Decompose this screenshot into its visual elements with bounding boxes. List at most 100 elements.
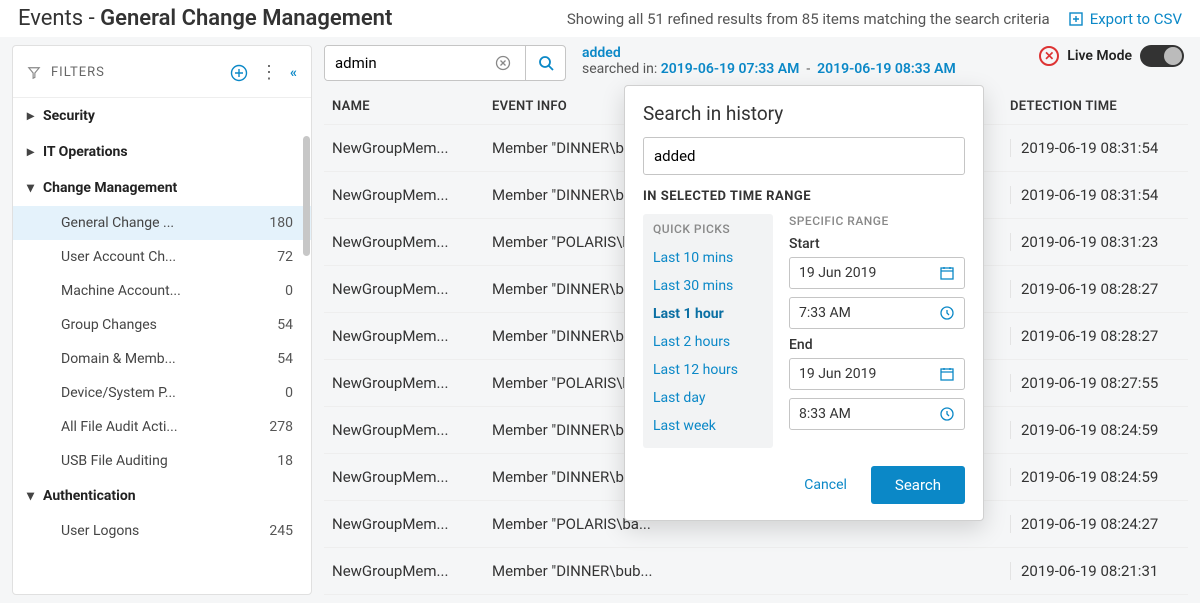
results-text: Showing all 51 refined results from 85 i… xyxy=(567,10,1050,28)
funnel-icon xyxy=(27,66,41,80)
collapse-icon[interactable]: « xyxy=(290,65,297,81)
history-popover: Search in history IN SELECTED TIME RANGE… xyxy=(624,85,984,521)
tree-sub-count: 72 xyxy=(277,249,293,265)
tree-sub-count: 0 xyxy=(285,283,293,299)
calendar-icon xyxy=(939,366,955,382)
end-date: 19 Jun 2019 xyxy=(799,366,876,382)
end-date-field[interactable]: 19 Jun 2019 xyxy=(789,358,965,390)
specific-range: SPECIFIC RANGE Start 19 Jun 2019 7:33 AM… xyxy=(789,214,965,448)
tree-sub-item[interactable]: Device/System P...0 xyxy=(13,376,311,410)
quick-picks: QUICK PICKS Last 10 minsLast 30 minsLast… xyxy=(643,214,773,448)
searched-in-prefix: searched in: xyxy=(582,61,657,77)
tree-sub-count: 180 xyxy=(269,215,293,231)
range-sep: - xyxy=(806,61,810,77)
clock-icon xyxy=(939,305,955,321)
tree-sub-item[interactable]: General Change ... 180 xyxy=(13,206,311,240)
tree-group[interactable]: ▾Change Management xyxy=(13,170,311,206)
calendar-icon xyxy=(939,265,955,281)
history-input[interactable] xyxy=(643,137,965,175)
tree-sub-label: All File Audit Acti... xyxy=(61,419,178,435)
live-mode-label: Live Mode xyxy=(1067,48,1132,64)
search-context: added searched in: 2019-06-19 07:33 AM -… xyxy=(582,45,956,77)
tree-sub-item[interactable]: User Account Ch... 72 xyxy=(13,240,311,274)
cell-name: NewGroupMem... xyxy=(332,186,492,204)
quick-pick-option[interactable]: Last week xyxy=(653,412,763,440)
chevron-down-icon: ▾ xyxy=(27,180,35,196)
tree-group[interactable]: ▸ Security xyxy=(13,98,311,134)
chevron-right-icon: ▸ xyxy=(27,108,35,124)
clear-search-button[interactable] xyxy=(495,55,525,71)
export-csv-button[interactable]: Export to CSV xyxy=(1068,10,1182,28)
tree-sub-item[interactable]: Domain & Memb...54 xyxy=(13,342,311,376)
quick-pick-option[interactable]: Last 30 mins xyxy=(653,272,763,300)
end-label: End xyxy=(789,337,965,353)
cell-detection: 2019-06-19 08:27:55 xyxy=(1010,374,1188,392)
tree-sub-label: User Account Ch... xyxy=(61,249,176,265)
history-section: IN SELECTED TIME RANGE xyxy=(643,189,965,204)
filters-tree: ▸ Security ▸IT Operations▾Change Managemen… xyxy=(13,98,311,548)
tree-sub-label: User Logons xyxy=(61,523,139,539)
live-toggle[interactable] xyxy=(1140,45,1184,67)
th-detection[interactable]: DETECTION TIME xyxy=(1010,99,1188,114)
search-box xyxy=(324,45,566,81)
tree-sub-label: General Change ... xyxy=(61,215,174,231)
tree-sub-item[interactable]: User Logons245 xyxy=(13,514,311,548)
tree-sub-count: 54 xyxy=(277,351,293,367)
tree-group-label: Security xyxy=(43,108,95,124)
start-date-field[interactable]: 19 Jun 2019 xyxy=(789,257,965,289)
search-button[interactable] xyxy=(525,46,565,80)
tree-sub-label: USB File Auditing xyxy=(61,453,168,469)
start-time-field[interactable]: 7:33 AM xyxy=(789,297,965,329)
cell-name: NewGroupMem... xyxy=(332,515,492,533)
tree-group[interactable]: ▸IT Operations xyxy=(13,134,311,170)
range-to[interactable]: 2019-06-19 08:33 AM xyxy=(817,61,956,77)
live-close-button[interactable]: ✕ xyxy=(1039,46,1059,66)
tree-group-label: Authentication xyxy=(43,488,136,504)
title-prefix: Events - xyxy=(18,6,100,31)
quick-pick-option[interactable]: Last 12 hours xyxy=(653,356,763,384)
add-filter-button[interactable] xyxy=(230,64,248,82)
search-term: added xyxy=(582,45,621,61)
cell-name: NewGroupMem... xyxy=(332,280,492,298)
cell-detection: 2019-06-19 08:28:27 xyxy=(1010,280,1188,298)
filters-head: FILTERS ⋮ « xyxy=(13,56,311,98)
cell-name: NewGroupMem... xyxy=(332,374,492,392)
cell-name: NewGroupMem... xyxy=(332,233,492,251)
tree-sub-item[interactable]: Machine Account... 0 xyxy=(13,274,311,308)
tree-group[interactable]: ▾ Authentication xyxy=(13,478,311,514)
tree-sub-item[interactable]: Group Changes54 xyxy=(13,308,311,342)
tree-sub-item[interactable]: All File Audit Acti...278 xyxy=(13,410,311,444)
live-mode: ✕ Live Mode xyxy=(1039,45,1184,67)
quick-pick-option[interactable]: Last 1 hour xyxy=(653,300,763,328)
chevron-down-icon: ▾ xyxy=(27,488,35,504)
filters-sidebar: FILTERS ⋮ « ▸ Security ▸IT Operations▾Chan… xyxy=(12,45,312,595)
export-label: Export to CSV xyxy=(1090,10,1182,28)
quick-pick-option[interactable]: Last 2 hours xyxy=(653,328,763,356)
start-time: 7:33 AM xyxy=(799,305,851,321)
chevron-right-icon: ▸ xyxy=(27,144,35,160)
search-input[interactable] xyxy=(325,46,495,80)
quick-pick-option[interactable]: Last day xyxy=(653,384,763,412)
range-from[interactable]: 2019-06-19 07:33 AM xyxy=(661,61,800,77)
filters-label: FILTERS xyxy=(51,65,105,80)
topbar: Events - General Change Management Showi… xyxy=(0,0,1200,37)
end-time-field[interactable]: 8:33 AM xyxy=(789,398,965,430)
th-name[interactable]: NAME xyxy=(332,99,492,114)
quick-pick-option[interactable]: Last 10 mins xyxy=(653,244,763,272)
cell-detection: 2019-06-19 08:21:31 xyxy=(1010,562,1188,580)
cell-info: Member "DINNER\bub... xyxy=(492,562,1010,580)
range-label: SPECIFIC RANGE xyxy=(789,214,965,228)
history-title: Search in history xyxy=(643,102,965,125)
cancel-button[interactable]: Cancel xyxy=(794,469,857,501)
page-title: Events - General Change Management xyxy=(18,6,392,31)
tree-sub-item[interactable]: USB File Auditing 18 xyxy=(13,444,311,478)
cell-name: NewGroupMem... xyxy=(332,327,492,345)
cell-name: NewGroupMem... xyxy=(332,562,492,580)
sidebar-scrollbar[interactable] xyxy=(303,136,310,256)
table-row[interactable]: NewGroupMem...Member "DINNER\bub...2019-… xyxy=(324,548,1188,595)
tree-sub-label: Machine Account... xyxy=(61,283,181,299)
tree-sub-count: 18 xyxy=(277,453,293,469)
start-label: Start xyxy=(789,236,965,252)
history-search-button[interactable]: Search xyxy=(871,466,965,504)
more-icon[interactable]: ⋮ xyxy=(260,62,278,83)
